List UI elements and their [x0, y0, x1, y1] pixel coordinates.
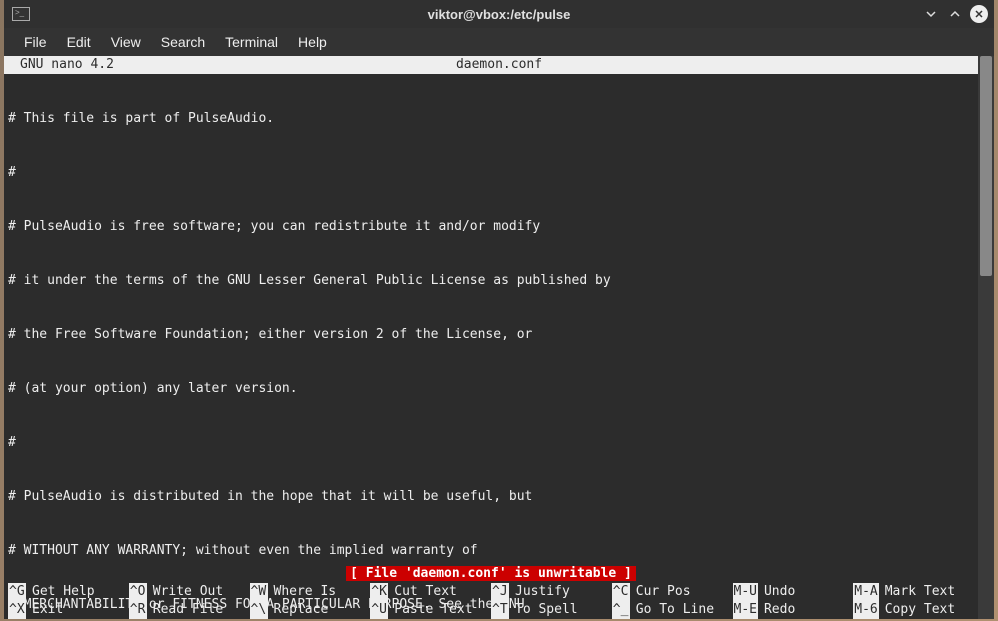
editor-line: # WITHOUT ANY WARRANTY; without even the… [8, 542, 990, 560]
shortcut-key: ^C [612, 583, 630, 601]
chevron-down-icon [925, 8, 937, 20]
shortcut-paste-text: ^UPaste Text [370, 601, 491, 619]
shortcut-justify: ^JJustify [491, 583, 612, 601]
shortcut-cut-text: ^KCut Text [370, 583, 491, 601]
shortcut-copy-text: M-6Copy Text [853, 601, 974, 619]
titlebar[interactable]: viktor@vbox:/etc/pulse [4, 0, 994, 28]
menu-help[interactable]: Help [290, 30, 335, 54]
shortcut-label: Copy Text [879, 601, 955, 619]
shortcut-key: ^X [8, 601, 26, 619]
shortcut-cur-pos: ^CCur Pos [612, 583, 733, 601]
shortcut-label: Replace [268, 601, 329, 619]
shortcut-row-1: ^GGet Help ^OWrite Out ^WWhere Is ^KCut … [8, 583, 974, 601]
close-button[interactable] [970, 5, 988, 23]
shortcut-key: ^J [491, 583, 509, 601]
nano-header: GNU nano 4.2 daemon.conf [4, 56, 994, 74]
shortcut-key: ^T [491, 601, 509, 619]
nano-filename: daemon.conf [456, 56, 542, 74]
shortcut-key: ^U [370, 601, 388, 619]
shortcut-label: Write Out [147, 583, 223, 601]
menu-view[interactable]: View [103, 30, 149, 54]
editor-line: # This file is part of PulseAudio. [8, 110, 990, 128]
shortcut-read-file: ^RRead File [129, 601, 250, 619]
editor-line: # the Free Software Foundation; either v… [8, 326, 990, 344]
window-controls [922, 5, 988, 23]
editor-line: # PulseAudio is free software; you can r… [8, 218, 990, 236]
shortcut-key: M-A [853, 583, 878, 601]
shortcut-label: Read File [147, 601, 223, 619]
menubar: File Edit View Search Terminal Help [4, 28, 994, 56]
editor-line: # it under the terms of the GNU Lesser G… [8, 272, 990, 290]
shortcut-undo: M-UUndo [733, 583, 854, 601]
shortcut-label: Paste Text [388, 601, 472, 619]
shortcut-get-help: ^GGet Help [8, 583, 129, 601]
shortcut-key: M-6 [853, 601, 878, 619]
status-message: [ File 'daemon.conf' is unwritable ] [346, 566, 636, 581]
editor-content[interactable]: # This file is part of PulseAudio. # # P… [4, 74, 994, 619]
shortcut-key: ^\ [250, 601, 268, 619]
nano-shortcuts: ^GGet Help ^OWrite Out ^WWhere Is ^KCut … [4, 583, 978, 619]
shortcut-key: M-E [733, 601, 758, 619]
scrollbar-thumb[interactable] [980, 56, 992, 276]
menu-file[interactable]: File [16, 30, 55, 54]
shortcut-label: Get Help [26, 583, 95, 601]
shortcut-row-2: ^XExit ^RRead File ^\Replace ^UPaste Tex… [8, 601, 974, 619]
terminal-content[interactable]: GNU nano 4.2 daemon.conf # This file is … [4, 56, 994, 619]
shortcut-to-spell: ^TTo Spell [491, 601, 612, 619]
shortcut-label: Mark Text [879, 583, 955, 601]
shortcut-key: ^W [250, 583, 268, 601]
shortcut-label: Justify [509, 583, 570, 601]
shortcut-label: Redo [758, 601, 795, 619]
shortcut-where-is: ^WWhere Is [250, 583, 371, 601]
nano-status-line: [ File 'daemon.conf' is unwritable ] [4, 565, 978, 583]
shortcut-label: To Spell [509, 601, 578, 619]
editor-line: # PulseAudio is distributed in the hope … [8, 488, 990, 506]
editor-line: # (at your option) any later version. [8, 380, 990, 398]
shortcut-replace: ^\Replace [250, 601, 371, 619]
shortcut-label: Exit [26, 601, 63, 619]
menu-edit[interactable]: Edit [59, 30, 99, 54]
nano-app-name: GNU nano 4.2 [8, 56, 114, 74]
shortcut-key: ^_ [612, 601, 630, 619]
shortcut-key: ^K [370, 583, 388, 601]
menu-search[interactable]: Search [153, 30, 213, 54]
terminal-window: viktor@vbox:/etc/pulse File Edit View Se… [4, 0, 994, 619]
shortcut-label: Where Is [268, 583, 337, 601]
editor-line: # [8, 434, 990, 452]
shortcut-exit: ^XExit [8, 601, 129, 619]
minimize-button[interactable] [922, 5, 940, 23]
shortcut-key: ^R [129, 601, 147, 619]
shortcut-redo: M-ERedo [733, 601, 854, 619]
shortcut-go-to-line: ^_Go To Line [612, 601, 733, 619]
menu-terminal[interactable]: Terminal [217, 30, 286, 54]
shortcut-write-out: ^OWrite Out [129, 583, 250, 601]
shortcut-mark-text: M-AMark Text [853, 583, 974, 601]
scrollbar[interactable] [978, 56, 994, 619]
window-title: viktor@vbox:/etc/pulse [428, 7, 571, 22]
terminal-icon [12, 7, 30, 21]
shortcut-label: Go To Line [630, 601, 714, 619]
editor-line: # [8, 164, 990, 182]
shortcut-label: Cur Pos [630, 583, 691, 601]
shortcut-key: ^G [8, 583, 26, 601]
shortcut-label: Undo [758, 583, 795, 601]
shortcut-key: ^O [129, 583, 147, 601]
shortcut-label: Cut Text [388, 583, 457, 601]
maximize-button[interactable] [946, 5, 964, 23]
chevron-up-icon [949, 8, 961, 20]
shortcut-key: M-U [733, 583, 758, 601]
close-icon [974, 9, 984, 19]
